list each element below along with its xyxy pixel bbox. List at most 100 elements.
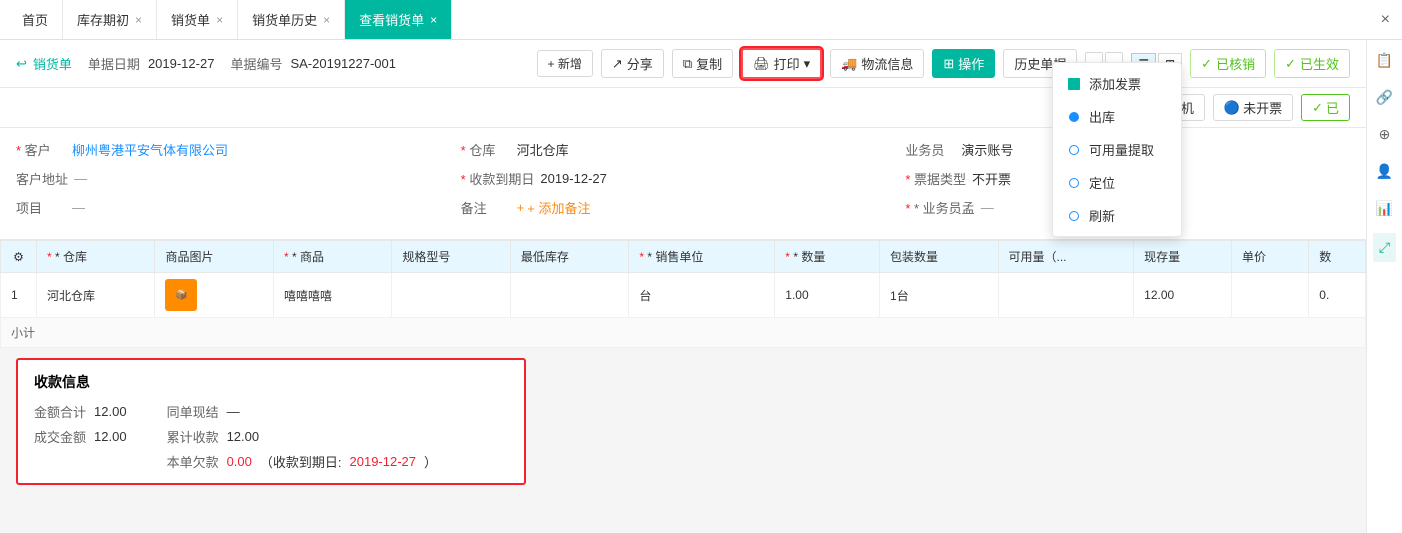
share-button[interactable]: ↗ 分享 — [601, 49, 664, 78]
subtotal-label: 小计 — [1, 318, 1366, 348]
row-img: 📦 — [155, 273, 273, 318]
payment-col-left: 金额合计 12.00 成交金额 12.00 — [34, 402, 127, 471]
col-price: 单价 — [1232, 241, 1309, 273]
ticket-value: 不开票 — [972, 169, 1011, 188]
amount-value: 12.00 — [94, 404, 127, 419]
sidebar-chart-icon[interactable]: 📊 — [1372, 196, 1397, 221]
right-sidebar: 📋 🔗 ⊕ 👤 📊 ⤢ — [1366, 40, 1402, 533]
available-qty-icon — [1067, 143, 1081, 157]
staff-value: 演示账号 — [961, 140, 1013, 159]
payment-col-right: 同单现结 — 累计收款 12.00 本单欠款 0.00 （收款到期日: 2019… — [167, 402, 437, 471]
date-value: 2019-12-27 — [148, 56, 215, 71]
address-label: 客户地址 — [16, 169, 68, 188]
total-received-value: 12.00 — [227, 429, 260, 444]
row-warehouse: 河北仓库 — [37, 273, 155, 318]
due-date-value: 2019-12-27 — [540, 171, 607, 186]
col-unit: * 销售单位 — [629, 241, 775, 273]
dropdown-add-invoice[interactable]: 添加发票 — [1053, 67, 1181, 100]
window-close-button[interactable]: × — [1381, 11, 1390, 29]
tab-home[interactable]: 首页 — [8, 0, 63, 39]
number-value: SA-20191227-001 — [290, 56, 396, 71]
col-spec: 规格型号 — [392, 241, 510, 273]
check-icon: ✓ — [1201, 56, 1212, 72]
print-dropdown-arrow[interactable]: ▾ — [804, 56, 811, 72]
total-received-label: 累计收款 — [167, 427, 219, 446]
sold-out-button[interactable]: ✓ 已核销 — [1190, 49, 1266, 78]
add-invoice-icon — [1067, 77, 1081, 91]
sidebar-doc-icon[interactable]: 📋 — [1372, 48, 1397, 73]
total-received-row: 累计收款 12.00 — [167, 427, 437, 446]
tab-sales-order[interactable]: 销货单 × — [157, 0, 238, 39]
row-other: 0. — [1309, 273, 1366, 318]
dropdown-outbound[interactable]: 出库 — [1053, 100, 1181, 133]
close-view-sales-tab[interactable]: × — [430, 13, 437, 27]
tab-sales-history[interactable]: 销货单历史 × — [238, 0, 345, 39]
doc-icon: ↩ — [16, 56, 27, 72]
col-pack-qty: 包装数量 — [880, 241, 998, 273]
close-history-tab[interactable]: × — [323, 13, 330, 27]
same-order-value: — — [227, 404, 240, 419]
doc-meta-date: 单据日期 2019-12-27 — [88, 54, 215, 73]
close-sales-tab[interactable]: × — [216, 13, 223, 27]
row-available — [998, 273, 1134, 318]
table-row: 1 河北仓库 📦 嘻嘻嘻嘻 台 1.00 1台 12.00 — [1, 273, 1366, 318]
check-button[interactable]: ✓ 已 — [1301, 94, 1350, 121]
project-field: 项目 — — [16, 198, 461, 217]
deal-amount-row: 成交金额 12.00 — [34, 427, 127, 446]
owed-label: 本单欠款 — [167, 452, 219, 471]
refresh-icon — [1067, 209, 1081, 223]
share-icon: ↗ — [612, 56, 623, 72]
dropdown-refresh[interactable]: 刷新 — [1053, 199, 1181, 232]
col-available: 可用量（... — [998, 241, 1134, 273]
copy-button[interactable]: ⧉ 复制 — [672, 49, 733, 78]
dropdown-available-qty[interactable]: 可用量提取 — [1053, 133, 1181, 166]
payment-info-section: 收款信息 金额合计 12.00 成交金额 12.00 同单现结 — — [16, 358, 526, 485]
ticket-icon: 🔵 — [1224, 100, 1240, 116]
customer-value: 柳州粤港平安气体有限公司 — [72, 140, 228, 159]
amount-label: 金额合计 — [34, 402, 86, 421]
sidebar-add-icon[interactable]: ⊕ — [1375, 122, 1395, 147]
products-table: ⚙ * 仓库 商品图片 * 商品 规格型号 最低库存 * 销售单位 * 数量 包… — [0, 240, 1366, 348]
logistics-button[interactable]: 🚚 物流信息 — [830, 49, 924, 78]
col-other: 数 — [1309, 241, 1366, 273]
add-note-button[interactable]: + + 添加备注 — [517, 198, 591, 217]
amount-row: 金额合计 12.00 — [34, 402, 127, 421]
sidebar-user-icon[interactable]: 👤 — [1372, 159, 1397, 184]
ticket-label: 票据类型 — [905, 169, 966, 188]
outbound-icon — [1067, 110, 1081, 124]
doc-title: 销货单 — [33, 54, 72, 73]
effective-button[interactable]: ✓ 已生效 — [1274, 49, 1350, 78]
tab-view-sales[interactable]: 查看销货单 × — [345, 0, 452, 39]
sidebar-link-icon[interactable]: 🔗 — [1372, 85, 1397, 110]
new-button[interactable]: + 新增 — [537, 50, 593, 77]
date-label: 单据日期 — [88, 54, 140, 73]
col-product: * 商品 — [273, 241, 391, 273]
col-settings: ⚙ — [1, 241, 37, 273]
deal-amount-value: 12.00 — [94, 429, 127, 444]
operate-button[interactable]: ⊞ 操作 — [932, 49, 995, 78]
staff2-value: — — [981, 200, 994, 215]
col-warehouse: * 仓库 — [37, 241, 155, 273]
owed-note: （收款到期日: — [260, 452, 342, 471]
truck-icon: 🚚 — [841, 56, 857, 72]
due-date-label: 收款到期日 — [461, 169, 535, 188]
customer-label: 客户 — [16, 140, 66, 159]
doc-title-area: ↩ 销货单 — [16, 54, 72, 73]
dropdown-locate[interactable]: 定位 — [1053, 166, 1181, 199]
tab-inventory-init[interactable]: 库存期初 × — [63, 0, 157, 39]
deal-amount-label: 成交金额 — [34, 427, 86, 446]
print-button[interactable]: 🖨 打印 ▾ — [741, 48, 822, 79]
customer-field: 客户 柳州粤港平安气体有限公司 — [16, 140, 461, 159]
col-current: 现存量 — [1134, 241, 1232, 273]
project-label: 项目 — [16, 198, 66, 217]
same-order-label: 同单现结 — [167, 402, 219, 421]
table-wrapper: ⚙ * 仓库 商品图片 * 商品 规格型号 最低库存 * 销售单位 * 数量 包… — [0, 240, 1366, 348]
note-field: 备注 + + 添加备注 — [461, 198, 906, 217]
warehouse-label: 仓库 — [461, 140, 511, 159]
row-num: 1 — [1, 273, 37, 318]
close-inventory-tab[interactable]: × — [135, 13, 142, 27]
plus-icon: + — [517, 200, 525, 215]
unopened-button[interactable]: 🔵 未开票 — [1213, 94, 1293, 121]
warehouse-value: 河北仓库 — [517, 140, 569, 159]
sidebar-expand-icon[interactable]: ⤢ — [1373, 233, 1396, 262]
